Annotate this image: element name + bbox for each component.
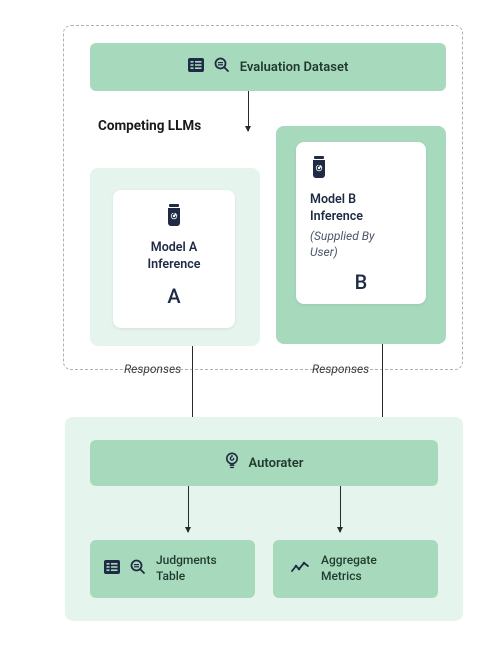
bulb-icon: [225, 452, 239, 474]
autorater-box: Autorater: [90, 440, 438, 486]
arrow-autorater-to-aggregate: [340, 486, 341, 532]
competing-llms-label: Competing LLMs: [98, 118, 201, 134]
aggregate-metrics-label: Aggregate Metrics: [321, 553, 377, 584]
evaluation-dataset-box: Evaluation Dataset: [90, 43, 446, 91]
list-icon: [188, 58, 204, 76]
search-data-icon: [214, 57, 230, 77]
model-a-jar-icon: [165, 204, 183, 230]
model-b-letter: B: [310, 270, 412, 294]
list-icon: [104, 560, 120, 579]
trend-icon: [291, 560, 309, 579]
autorater-label: Autorater: [249, 456, 304, 471]
model-b-title: Model B Inference: [310, 192, 412, 226]
model-b-subtitle: (Supplied By User): [310, 228, 412, 260]
model-b-card: Model B Inference (Supplied By User) B: [296, 142, 426, 304]
model-b-jar-icon: [310, 156, 328, 182]
aggregate-metrics-box: Aggregate Metrics: [273, 540, 438, 598]
judgments-table-label: Judgments Table: [156, 553, 217, 584]
model-a-title: Model A Inference: [113, 240, 235, 274]
arrow-fanout-connector: [188, 486, 341, 488]
responses-a-label: Responses: [124, 362, 181, 376]
responses-b-label: Responses: [312, 362, 369, 376]
model-a-card: Model A Inference A: [113, 190, 235, 328]
arrow-dataset-to-models: [248, 91, 249, 131]
judgments-table-box: Judgments Table: [90, 540, 255, 598]
model-a-letter: A: [113, 284, 235, 308]
arrow-autorater-to-judgments: [188, 486, 189, 532]
search-data-icon: [130, 559, 146, 580]
evaluation-dataset-label: Evaluation Dataset: [240, 60, 349, 75]
